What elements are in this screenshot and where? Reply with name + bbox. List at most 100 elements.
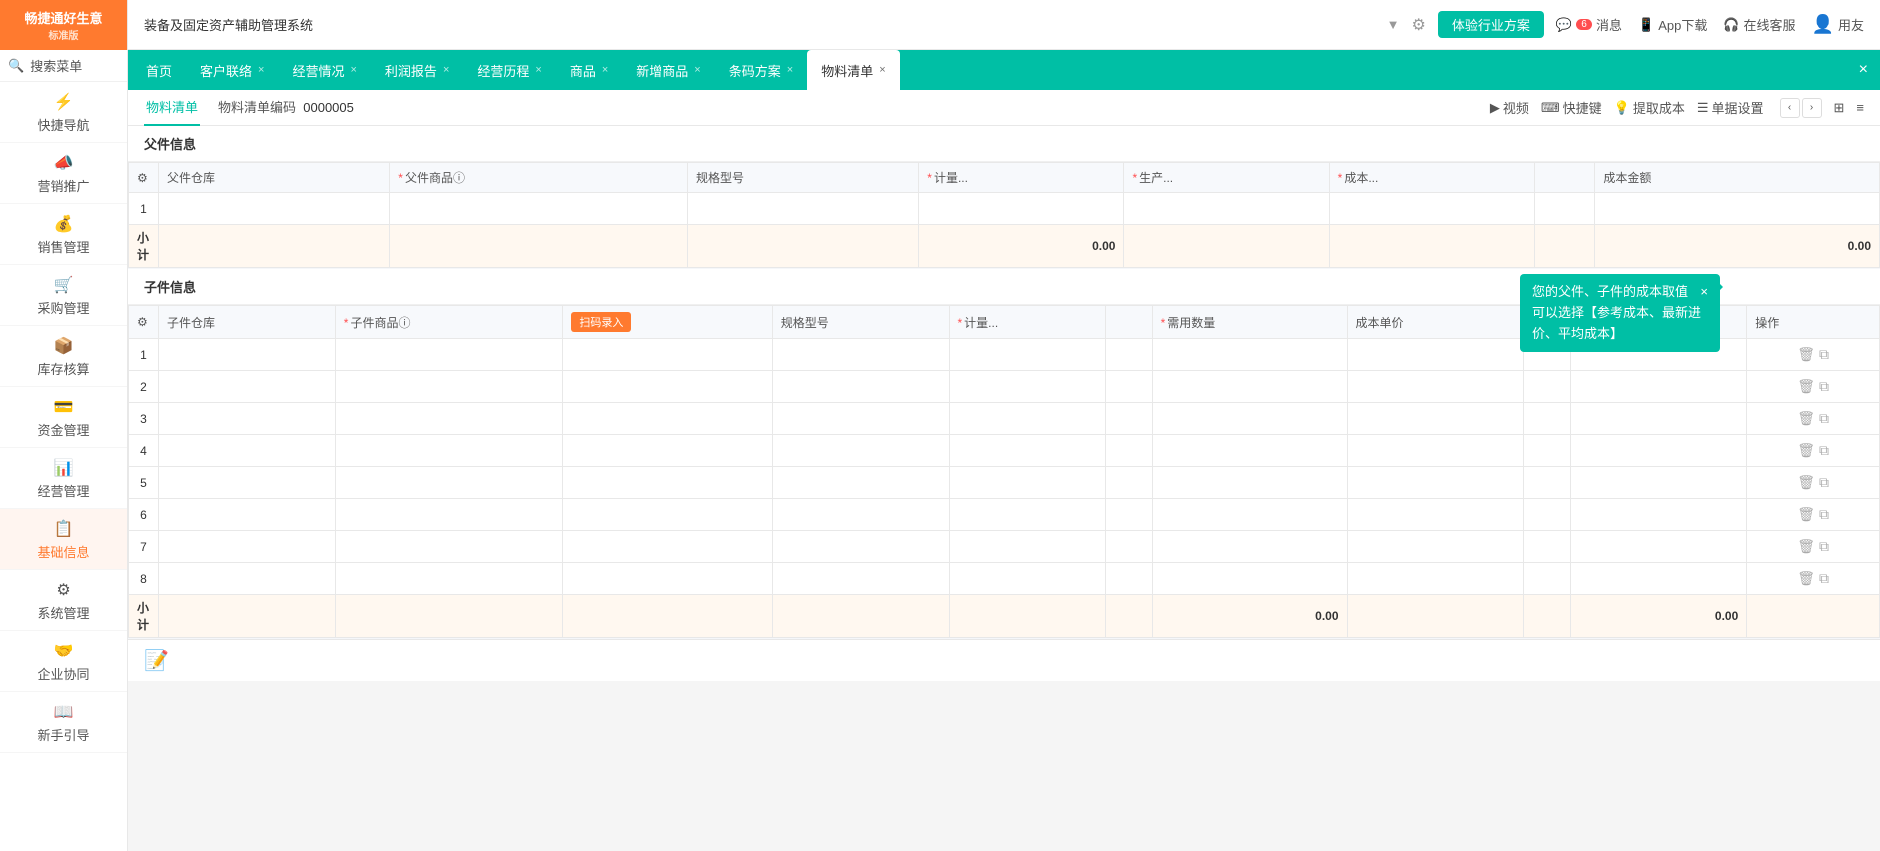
tab-goods[interactable]: 商品 × — [556, 50, 622, 90]
close-profit-tab[interactable]: × — [443, 64, 449, 76]
tab-operations[interactable]: 经营情况 × — [278, 50, 370, 90]
sidebar-item-guide[interactable]: 📖 新手引导 — [0, 692, 127, 753]
list-view-icon[interactable]: ≡ — [1856, 100, 1864, 115]
experience-btn[interactable]: 体验行业方案 — [1438, 11, 1544, 38]
sidebar-item-label: 营销推广 — [37, 176, 89, 195]
copy-icon-4[interactable]: ⧉ — [1819, 442, 1829, 459]
child-unit-1[interactable] — [949, 339, 1106, 371]
parent-cost-cell[interactable] — [1329, 193, 1534, 225]
close-bom-tab[interactable]: × — [879, 64, 885, 76]
close-addgoods-tab[interactable]: × — [694, 64, 700, 76]
close-history-tab[interactable]: × — [535, 64, 541, 76]
tab-history[interactable]: 经营历程 × — [463, 50, 555, 90]
phone-icon: 📱 — [1638, 17, 1654, 33]
dropdown-arrow-icon[interactable]: ▼ — [1387, 17, 1400, 32]
tab-barcode[interactable]: 条码方案 × — [715, 50, 807, 90]
tab-addgoods[interactable]: 新增商品 × — [622, 50, 714, 90]
sidebar-item-operations[interactable]: 📊 经营管理 — [0, 448, 127, 509]
sidebar-item-marketing[interactable]: 📣 营销推广 — [0, 143, 127, 204]
delete-icon-2[interactable]: 🗑 — [1797, 378, 1815, 395]
child-col-scan[interactable]: 扫码录入 — [563, 306, 772, 339]
keyboard-icon: ⌨ — [1541, 100, 1560, 116]
scan-input-btn[interactable]: 扫码录入 — [571, 312, 631, 332]
view-action[interactable]: ▶ 视频 — [1490, 98, 1529, 117]
prev-arrow[interactable]: ‹ — [1780, 98, 1800, 118]
message-badge: 6 — [1576, 19, 1592, 30]
tab-customer[interactable]: 客户联络 × — [186, 50, 278, 90]
col-unit: 计量... — [919, 163, 1124, 193]
close-customer-tab[interactable]: × — [258, 64, 264, 76]
child-goods-2[interactable] — [335, 371, 563, 403]
tooltip-close-btn[interactable]: × — [1700, 282, 1708, 303]
child-qty-1[interactable] — [1152, 339, 1347, 371]
parent-warehouse-cell[interactable] — [159, 193, 390, 225]
user-label: 用友 — [1838, 15, 1864, 34]
settings-icon[interactable]: ⚙ — [1411, 15, 1425, 35]
child-col-gear[interactable]: ⚙ — [129, 306, 159, 339]
copy-icon-1[interactable]: ⧉ — [1819, 346, 1829, 363]
child-ucost-2[interactable] — [1347, 371, 1524, 403]
copy-icon-6[interactable]: ⧉ — [1819, 506, 1829, 523]
message-btn[interactable]: 💬 6 消息 — [1556, 15, 1622, 34]
delete-icon-3[interactable]: 🗑 — [1797, 410, 1815, 427]
parent-unit-cell[interactable] — [919, 193, 1124, 225]
parent-row-num: 1 — [129, 193, 159, 225]
parent-goods-cell[interactable] — [390, 193, 688, 225]
delete-icon-7[interactable]: 🗑 — [1797, 538, 1815, 555]
sidebar-item-purchase[interactable]: 🛒 采购管理 — [0, 265, 127, 326]
sidebar-item-finance[interactable]: 💳 资金管理 — [0, 387, 127, 448]
gear-icon: ⚙ — [56, 580, 70, 600]
close-operations-tab[interactable]: × — [350, 64, 356, 76]
user-btn[interactable]: 👤 用友 — [1812, 14, 1864, 35]
parent-subtotal-label: 小计 — [129, 225, 159, 268]
child-ucost-1[interactable] — [1347, 339, 1524, 371]
parent-spec-cell[interactable] — [687, 193, 918, 225]
tab-home[interactable]: 首页 — [132, 50, 186, 90]
parent-production-cell[interactable] — [1124, 193, 1329, 225]
tab-home-label: 首页 — [146, 61, 172, 80]
delete-icon-6[interactable]: 🗑 — [1797, 506, 1815, 523]
close-goods-tab[interactable]: × — [602, 64, 608, 76]
child-warehouse-2[interactable] — [159, 371, 336, 403]
sidebar-item-system[interactable]: ⚙ 系统管理 — [0, 570, 127, 631]
child-unit-2[interactable] — [949, 371, 1106, 403]
child-table-row: 3 🗑 ⧉ — [129, 403, 1880, 435]
copy-icon-3[interactable]: ⧉ — [1819, 410, 1829, 427]
child-warehouse-1[interactable] — [159, 339, 336, 371]
tab-bom[interactable]: 物料清单 × — [807, 50, 899, 90]
child-subtotal-row: 小计 0.00 0.00 — [129, 595, 1880, 638]
note-icon[interactable]: 📝 — [144, 648, 169, 673]
grid-view-icon[interactable]: ⊞ — [1834, 100, 1845, 116]
sidebar-item-basicinfo[interactable]: 📋 基础信息 — [0, 509, 127, 570]
cost-action[interactable]: 💡 提取成本 — [1614, 98, 1685, 117]
child-spec-1[interactable] — [772, 339, 949, 371]
copy-icon-7[interactable]: ⧉ — [1819, 538, 1829, 555]
close-all-tabs[interactable]: × — [1851, 61, 1876, 79]
child-qty-2[interactable] — [1152, 371, 1347, 403]
online-service-label: 在线客服 — [1744, 15, 1796, 34]
child-subtotal-amount: 0.00 — [1570, 595, 1747, 638]
online-service-btn[interactable]: 🎧 在线客服 — [1723, 15, 1795, 34]
copy-icon-2[interactable]: ⧉ — [1819, 378, 1829, 395]
app-download-btn[interactable]: 📱 App下载 — [1638, 15, 1707, 34]
child-spec-2[interactable] — [772, 371, 949, 403]
delete-icon-4[interactable]: 🗑 — [1797, 442, 1815, 459]
sidebar-item-collab[interactable]: 🤝 企业协同 — [0, 631, 127, 692]
tab-profit[interactable]: 利润报告 × — [371, 50, 463, 90]
close-barcode-tab[interactable]: × — [787, 64, 793, 76]
sidebar-item-quicknav[interactable]: ⚡ 快捷导航 — [0, 82, 127, 143]
sidebar-item-sales[interactable]: 💰 销售管理 — [0, 204, 127, 265]
sidebar-item-search[interactable]: 🔍 搜索菜单 — [0, 50, 127, 82]
delete-icon-8[interactable]: 🗑 — [1797, 570, 1815, 587]
subheader-tab-bom[interactable]: 物料清单 — [144, 90, 200, 126]
col-gear[interactable]: ⚙ — [129, 163, 159, 193]
sidebar-item-inventory[interactable]: 📦 库存核算 — [0, 326, 127, 387]
delete-icon-5[interactable]: 🗑 — [1797, 474, 1815, 491]
child-goods-1[interactable] — [335, 339, 563, 371]
copy-icon-8[interactable]: ⧉ — [1819, 570, 1829, 587]
delete-icon-1[interactable]: 🗑 — [1797, 346, 1815, 363]
copy-icon-5[interactable]: ⧉ — [1819, 474, 1829, 491]
next-arrow[interactable]: › — [1802, 98, 1822, 118]
settings-action[interactable]: ☰ 单据设置 — [1697, 98, 1764, 117]
shortcut-action[interactable]: ⌨ 快捷键 — [1541, 98, 1602, 117]
